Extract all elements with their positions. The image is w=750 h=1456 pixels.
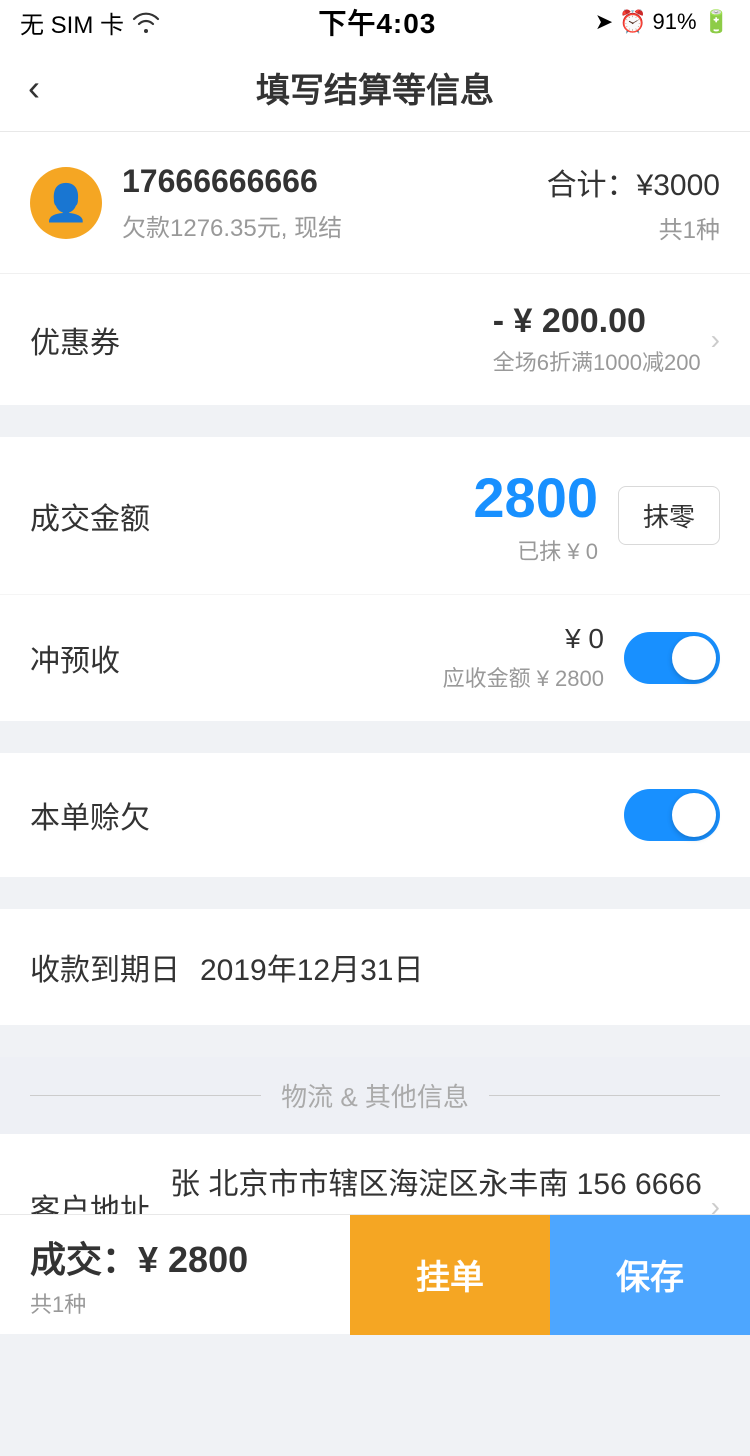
credit-row: 本单赊欠 [0, 753, 750, 877]
wifi-icon [132, 11, 160, 33]
chevron-right-icon: › [711, 324, 720, 356]
customer-left: 👤 17666666666 欠款1276.35元, 现结 [30, 163, 342, 243]
bottom-bar: 成交：¥ 2800 共1种 挂单 保存 [0, 1214, 750, 1334]
duedate-row: 收款到期日 2019年12月31日 [0, 909, 750, 1025]
prepay-right: ¥ 0 应收金额 ¥ 2800 [443, 623, 720, 693]
transaction-label: 成交金额 [30, 494, 150, 538]
avatar-icon: 👤 [44, 182, 89, 224]
prepay-amount: ¥ 0 [565, 623, 604, 655]
divider-line-left [30, 1095, 261, 1096]
prepay-row: 冲预收 ¥ 0 应收金额 ¥ 2800 [0, 595, 750, 721]
total-count: 共1种 [547, 210, 720, 245]
prepay-sub: 应收金额 ¥ 2800 [443, 661, 604, 693]
page-title: 填写结算等信息 [256, 63, 494, 112]
separator-2 [0, 737, 750, 753]
transaction-amount: 2800 [473, 465, 598, 530]
prepay-label: 冲预收 [30, 636, 120, 680]
customer-card: 👤 17666666666 欠款1276.35元, 现结 合计：¥3000 共1… [0, 132, 750, 405]
save-button[interactable]: 保存 [550, 1215, 750, 1335]
customer-row: 👤 17666666666 欠款1276.35元, 现结 合计：¥3000 共1… [0, 132, 750, 273]
bottom-deal-amount: ¥ 2800 [138, 1239, 248, 1280]
status-right: ➤ ⏰ 91% 🔋 [595, 9, 730, 35]
coupon-row[interactable]: 优惠券 - ¥ 200.00 全场6折满1000减200 › [0, 273, 750, 405]
transaction-amount-wrap: 2800 已抹 ¥ 0 [473, 465, 598, 566]
coupon-label: 优惠券 [30, 318, 120, 362]
bottom-deal-row: 成交：¥ 2800 [30, 1231, 320, 1283]
battery-text: 91% [653, 9, 697, 35]
status-bar: 无 SIM 卡 下午4:03 ➤ ⏰ 91% 🔋 [0, 0, 750, 44]
round-button[interactable]: 抹零 [618, 486, 720, 545]
alarm-icon: ⏰ [619, 9, 646, 35]
bottom-deal-label: 成交： [30, 1239, 138, 1280]
status-left: 无 SIM 卡 [20, 5, 160, 40]
coupon-right: - ¥ 200.00 全场6折满1000减200 [493, 302, 701, 377]
transaction-sub: 已抹 ¥ 0 [473, 534, 598, 566]
customer-phone: 17666666666 [122, 163, 342, 200]
coupon-desc: 全场6折满1000减200 [493, 345, 701, 377]
customer-debt: 欠款1276.35元, 现结 [122, 208, 342, 243]
bottom-count: 共1种 [30, 1287, 320, 1319]
status-time: 下午4:03 [318, 2, 436, 42]
prepay-amount-wrap: ¥ 0 应收金额 ¥ 2800 [443, 623, 604, 693]
credit-card: 本单赊欠 [0, 753, 750, 877]
back-button[interactable]: ‹ [28, 67, 40, 109]
separator-4 [0, 1041, 750, 1057]
duedate-card: 收款到期日 2019年12月31日 [0, 909, 750, 1025]
sim-text: 无 SIM 卡 [20, 5, 124, 40]
credit-label: 本单赊欠 [30, 793, 150, 837]
customer-info: 17666666666 欠款1276.35元, 现结 [122, 163, 342, 243]
divider-text: 物流 & 其他信息 [281, 1077, 469, 1114]
duedate-label: 收款到期日 [30, 945, 180, 989]
avatar: 👤 [30, 167, 102, 239]
separator-1 [0, 421, 750, 437]
customer-right: 合计：¥3000 共1种 [547, 160, 720, 245]
hold-button[interactable]: 挂单 [350, 1215, 550, 1335]
bottom-summary: 成交：¥ 2800 共1种 [0, 1231, 350, 1319]
transaction-right: 2800 已抹 ¥ 0 抹零 [473, 465, 720, 566]
duedate-value: 2019年12月31日 [200, 945, 423, 989]
nav-bar: ‹ 填写结算等信息 [0, 44, 750, 132]
transaction-row: 成交金额 2800 已抹 ¥ 0 抹零 [0, 437, 750, 595]
divider-line-right [489, 1095, 720, 1096]
battery-icon: 🔋 [703, 9, 730, 35]
total-amount: 合计：¥3000 [547, 160, 720, 204]
coupon-amount: - ¥ 200.00 [493, 302, 701, 341]
prepay-toggle[interactable] [624, 632, 720, 684]
credit-toggle[interactable] [624, 789, 720, 841]
transaction-card: 成交金额 2800 已抹 ¥ 0 抹零 冲预收 ¥ 0 应收金额 ¥ 2800 [0, 437, 750, 721]
location-icon: ➤ [595, 9, 613, 35]
section-divider: 物流 & 其他信息 [0, 1057, 750, 1134]
separator-3 [0, 893, 750, 909]
